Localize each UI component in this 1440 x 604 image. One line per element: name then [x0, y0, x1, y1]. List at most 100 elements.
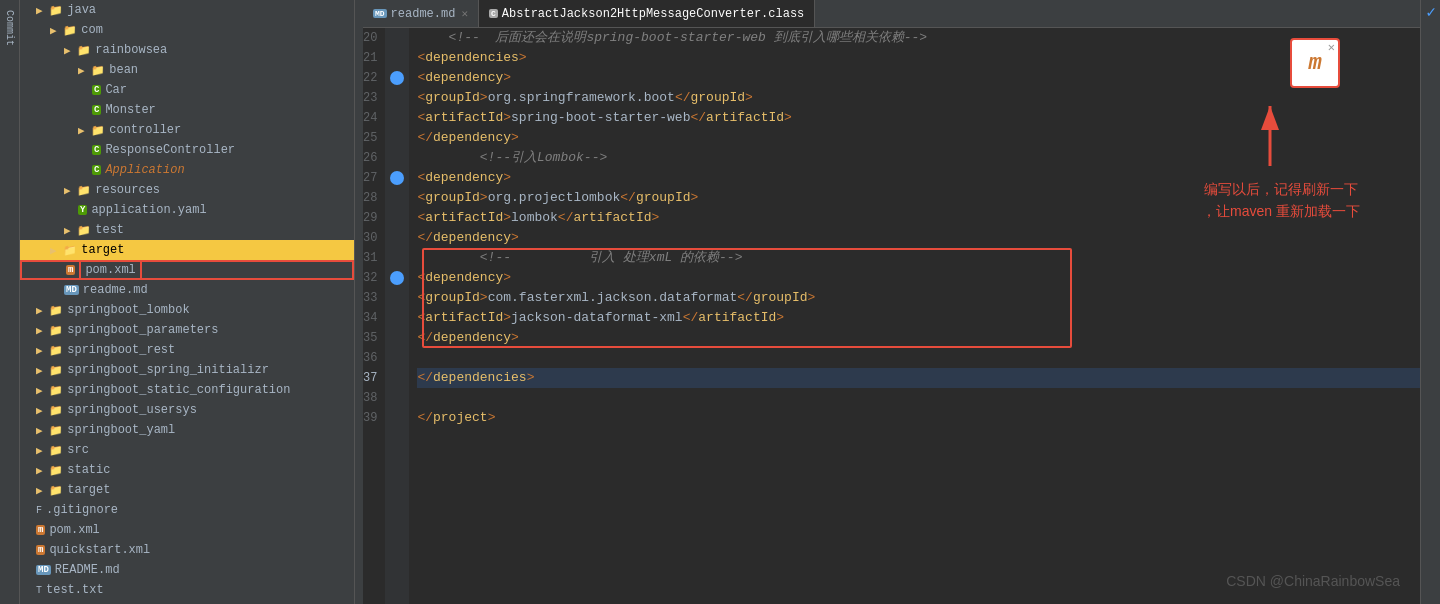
code-line-32: <dependency>	[417, 268, 1420, 288]
file-icon: F	[36, 505, 42, 516]
sidebar-item-springboot_static_configuration[interactable]: ▶ 📁springboot_static_configuration	[20, 380, 354, 400]
line-num-23: 23	[363, 88, 385, 108]
code-line-37: </dependencies>	[417, 368, 1420, 388]
gutter-cell-20	[385, 28, 409, 48]
line-num-28: 28	[363, 188, 385, 208]
tab-abstract[interactable]: C AbstractJackson2HttpMessageConverter.c…	[479, 0, 815, 27]
sidebar-item-bean[interactable]: ▶ 📁bean	[20, 60, 354, 80]
code-line-30: </dependency>	[417, 228, 1420, 248]
tab-readme-close[interactable]: ✕	[461, 7, 468, 20]
gutter-cell-38	[385, 388, 409, 408]
class-icon: C	[92, 105, 101, 115]
folder-icon: ▶ 📁	[36, 364, 63, 377]
sidebar-item-target2[interactable]: ▶ 📁target	[20, 480, 354, 500]
code-line-20: <!-- 后面还会在说明spring-boot-starter-web 到底引入…	[417, 28, 1420, 48]
gutter-cell-30	[385, 228, 409, 248]
code-line-38	[417, 388, 1420, 408]
sidebar-item-quickstart[interactable]: mquickstart.xml	[20, 540, 354, 560]
line-num-21: 21	[363, 48, 385, 68]
line-num-33: 33	[363, 288, 385, 308]
md-icon: MD	[36, 565, 51, 575]
breakpoint-dot-27[interactable]	[390, 171, 404, 185]
sidebar-label-target: target	[81, 243, 124, 257]
sidebar-item-rainbowsea[interactable]: ▶ 📁rainbowsea	[20, 40, 354, 60]
class-icon: C	[489, 9, 498, 18]
sidebar-item-pom2[interactable]: mpom.xml	[20, 520, 354, 540]
gutter	[385, 28, 409, 604]
annotation-bubble: m ✕	[1290, 38, 1340, 88]
sidebar-item-pom.xml[interactable]: mpom.xml	[20, 260, 354, 280]
right-panel	[1420, 0, 1440, 604]
sidebar-item-resources[interactable]: ▶ 📁resources	[20, 180, 354, 200]
folder-icon: ▶ 📁	[50, 244, 77, 257]
sidebar-item-target[interactable]: ▶ 📁 target	[20, 240, 354, 260]
gutter-cell-34	[385, 308, 409, 328]
line-num-24: 24	[363, 108, 385, 128]
gutter-cell-33	[385, 288, 409, 308]
breakpoint-dot-22[interactable]	[390, 71, 404, 85]
sidebar-item-springboot_lombok[interactable]: ▶ 📁springboot_lombok	[20, 300, 354, 320]
sidebar-item-README[interactable]: MDREADME.md	[20, 560, 354, 580]
line-num-31: 31	[363, 248, 385, 268]
sidebar-item-com[interactable]: ▶ 📁com	[20, 20, 354, 40]
line-num-30: 30	[363, 228, 385, 248]
sidebar-label-Application: Application	[105, 163, 184, 177]
annotation-text: 编写以后，记得刷新一下 ，让maven 重新加载一下	[1202, 178, 1360, 223]
code-line-36	[417, 348, 1420, 368]
sidebar-item-Car[interactable]: CCar	[20, 80, 354, 100]
txt-icon: T	[36, 585, 42, 596]
sidebar-label-rainbowsea: rainbowsea	[95, 43, 167, 57]
sidebar-item-springboot_rest[interactable]: ▶ 📁springboot_rest	[20, 340, 354, 360]
annotation-line1: 编写以后，记得刷新一下	[1204, 181, 1358, 197]
class-icon: C	[92, 145, 101, 155]
sidebar-item-test[interactable]: ▶ 📁test	[20, 220, 354, 240]
line-num-38: 38	[363, 388, 385, 408]
sidebar-item-src[interactable]: ▶ 📁src	[20, 440, 354, 460]
sidebar-label-springboot_spring_initializr: springboot_spring_initializr	[67, 363, 269, 377]
sidebar-item-application.yaml[interactable]: Yapplication.yaml	[20, 200, 354, 220]
folder-icon: ▶ 📁	[36, 424, 63, 437]
code-line-39: </project>	[417, 408, 1420, 428]
sidebar-item-springboot_yaml[interactable]: ▶ 📁springboot_yaml	[20, 420, 354, 440]
sidebar-item-test_txt[interactable]: Ttest.txt	[20, 580, 354, 600]
tab-readme[interactable]: MD readme.md ✕	[363, 0, 479, 27]
gutter-cell-24	[385, 108, 409, 128]
gutter-cell-25	[385, 128, 409, 148]
sidebar-item-Monster[interactable]: CMonster	[20, 100, 354, 120]
md-icon: MD	[64, 285, 79, 295]
breakpoint-dot-32[interactable]	[390, 271, 404, 285]
sidebar-label-bean: bean	[109, 63, 138, 77]
sidebar-label-application.yaml: application.yaml	[91, 203, 206, 217]
line-num-35: 35	[363, 328, 385, 348]
sidebar-item-readme.md[interactable]: MDreadme.md	[20, 280, 354, 300]
annotation-close[interactable]: ✕	[1328, 40, 1335, 55]
code-line-34: <artifactId>jackson-dataformat-xml</arti…	[417, 308, 1420, 328]
sidebar-item-springboot_parameters[interactable]: ▶ 📁springboot_parameters	[20, 320, 354, 340]
file-tree: ▶ 📁java▶ 📁com▶ 📁rainbowsea▶ 📁beanCCarCMo…	[20, 0, 355, 604]
folder-icon: ▶ 📁	[78, 124, 105, 137]
line-num-34: 34	[363, 308, 385, 328]
sidebar-item-gitignore[interactable]: F.gitignore	[20, 500, 354, 520]
watermark: CSDN @ChinaRainbowSea	[1226, 573, 1400, 589]
sidebar-label-pom.xml: pom.xml	[79, 260, 141, 280]
sidebar-item-controller[interactable]: ▶ 📁controller	[20, 120, 354, 140]
code-line-33: <groupId>com.fasterxml.jackson.dataforma…	[417, 288, 1420, 308]
gutter-cell-37	[385, 368, 409, 388]
sidebar-item-springboot_usersys[interactable]: ▶ 📁springboot_usersys	[20, 400, 354, 420]
sidebar-item-java[interactable]: ▶ 📁java	[20, 0, 354, 20]
sidebar-item-test2_txt[interactable]: Ttest2.txt	[20, 600, 354, 604]
gutter-cell-21	[385, 48, 409, 68]
yaml-icon: Y	[78, 205, 87, 215]
folder-icon: ▶ 📁	[36, 404, 63, 417]
xml-icon: m	[36, 525, 45, 535]
commit-panel: Commit	[0, 0, 20, 604]
md-icon: MD	[373, 9, 387, 18]
sidebar-item-ResponseController[interactable]: CResponseController	[20, 140, 354, 160]
class-icon: C	[92, 165, 101, 175]
folder-icon: ▶ 📁	[36, 484, 63, 497]
gutter-cell-26	[385, 148, 409, 168]
sidebar-item-static[interactable]: ▶ 📁static	[20, 460, 354, 480]
sidebar-item-Application[interactable]: C Application	[20, 160, 354, 180]
folder-icon: ▶ 📁	[36, 344, 63, 357]
sidebar-item-springboot_spring_initializr[interactable]: ▶ 📁 springboot_spring_initializr	[20, 360, 354, 380]
